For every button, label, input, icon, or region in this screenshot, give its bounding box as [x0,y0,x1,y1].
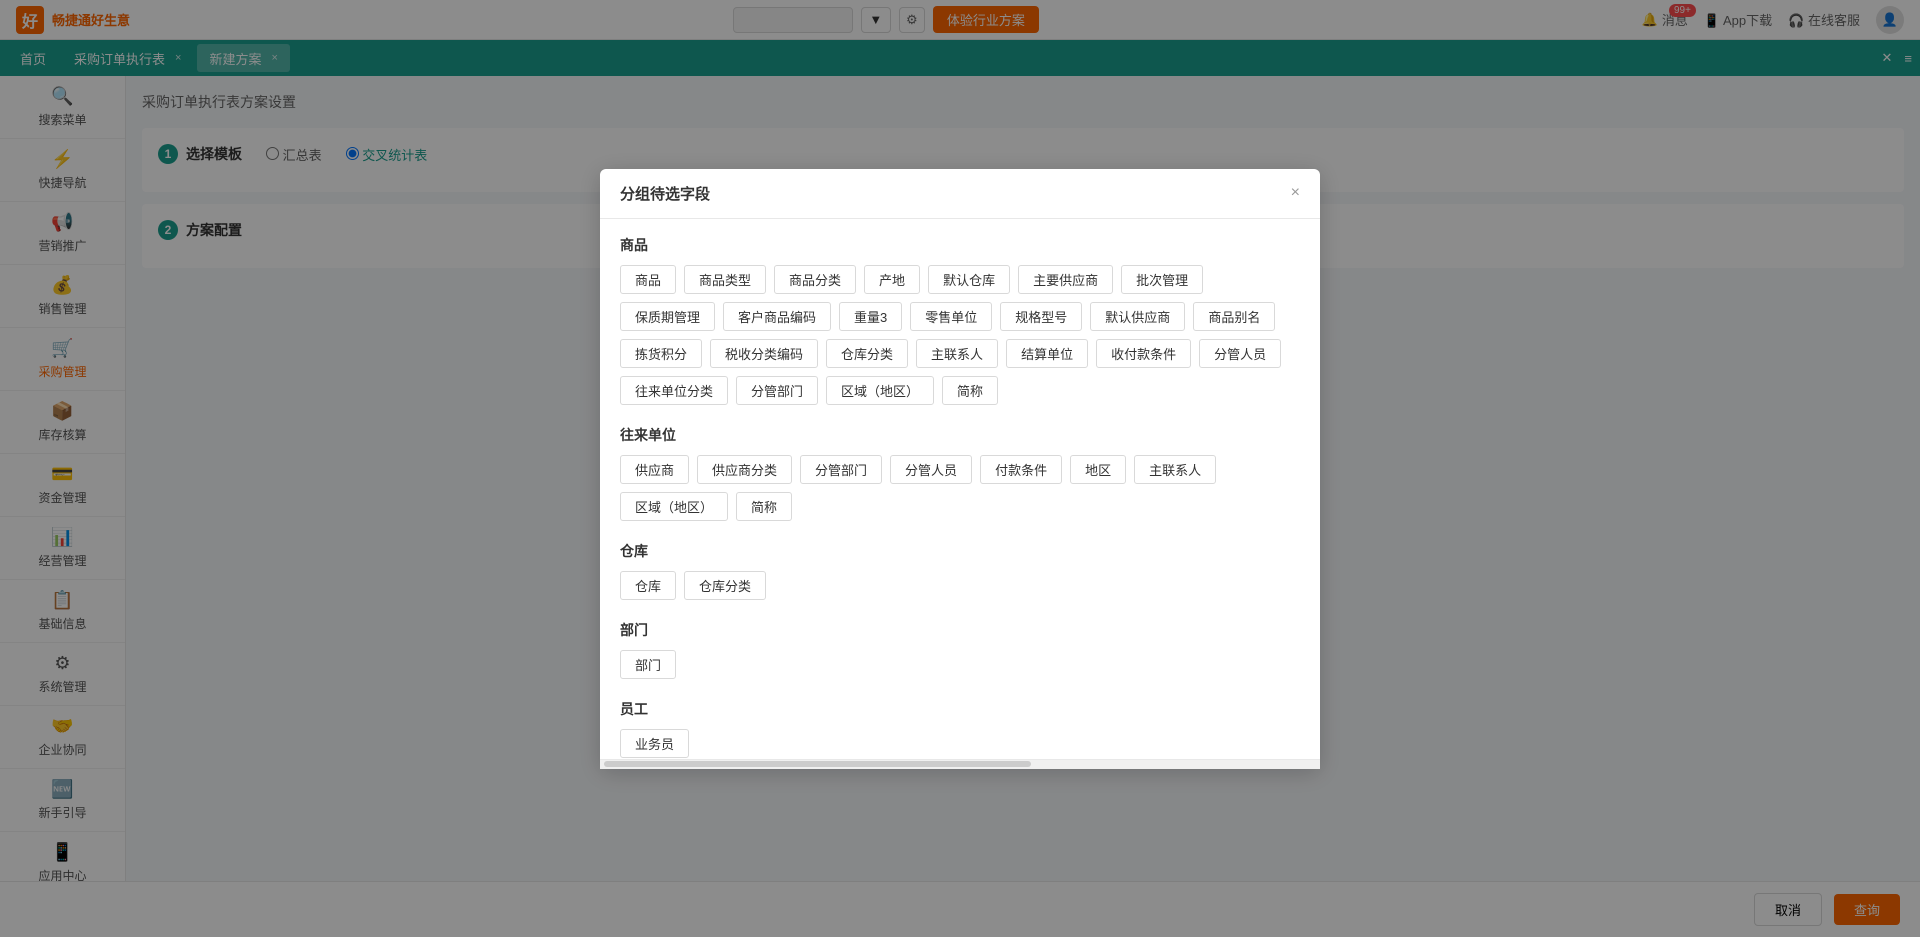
field-selection-modal: 分组待选字段 × 商品 商品 商品类型 商品分类 产地 默认仓库 主要供应商 批… [600,169,1320,769]
field-tag-partner-contact[interactable]: 主联系人 [1134,455,1216,484]
field-group-employee-title: 员工 [620,699,1300,719]
field-tag-partner-supervisor[interactable]: 分管人员 [890,455,972,484]
field-tag-tax-code[interactable]: 税收分类编码 [710,339,818,368]
field-tag-main-supplier[interactable]: 主要供应商 [1018,265,1113,294]
field-group-goods: 商品 商品 商品类型 商品分类 产地 默认仓库 主要供应商 批次管理 保质期管理… [620,235,1300,405]
field-tag-abbr[interactable]: 简称 [942,376,998,405]
field-tags-department: 部门 [620,650,1300,679]
field-tag-expiry-mgmt[interactable]: 保质期管理 [620,302,715,331]
field-tags-employee: 业务员 [620,729,1300,758]
field-tag-goods-type[interactable]: 商品类型 [684,265,766,294]
field-tag-payment-cond[interactable]: 付款条件 [980,455,1062,484]
field-group-department-title: 部门 [620,620,1300,640]
modal-title: 分组待选字段 [620,183,710,204]
field-tag-supervise-dept[interactable]: 分管部门 [736,376,818,405]
field-tag-partner-category[interactable]: 往来单位分类 [620,376,728,405]
field-tag-payment-terms[interactable]: 收付款条件 [1096,339,1191,368]
field-tag-warehouse-cat[interactable]: 仓库分类 [684,571,766,600]
field-tag-goods-category[interactable]: 商品分类 [774,265,856,294]
field-tag-region[interactable]: 区域（地区） [826,376,934,405]
field-group-goods-title: 商品 [620,235,1300,255]
field-tag-default-supplier[interactable]: 默认供应商 [1090,302,1185,331]
field-group-warehouse-title: 仓库 [620,541,1300,561]
field-tag-goods-alias[interactable]: 商品别名 [1193,302,1275,331]
field-tag-batch-mgmt[interactable]: 批次管理 [1121,265,1203,294]
field-tag-partner-region[interactable]: 区域（地区） [620,492,728,521]
field-tag-weight3[interactable]: 重量3 [839,302,902,331]
field-group-department: 部门 部门 [620,620,1300,679]
field-tag-warehouse-category[interactable]: 仓库分类 [826,339,908,368]
modal-horizontal-scrollbar[interactable] [600,759,1320,768]
field-tag-retail-unit[interactable]: 零售单位 [910,302,992,331]
modal-close-button[interactable]: × [1291,184,1300,202]
modal-overlay: 分组待选字段 × 商品 商品 商品类型 商品分类 产地 默认仓库 主要供应商 批… [0,0,1920,937]
field-tag-partner-dept[interactable]: 分管部门 [800,455,882,484]
field-tag-supplier[interactable]: 供应商 [620,455,689,484]
modal-header: 分组待选字段 × [600,169,1320,219]
field-tag-partner-abbr[interactable]: 简称 [736,492,792,521]
field-tag-origin[interactable]: 产地 [864,265,920,294]
modal-body: 商品 商品 商品类型 商品分类 产地 默认仓库 主要供应商 批次管理 保质期管理… [600,219,1320,760]
field-tag-pick-points[interactable]: 拣货积分 [620,339,702,368]
field-tags-partner: 供应商 供应商分类 分管部门 分管人员 付款条件 地区 主联系人 区域（地区） … [620,455,1300,521]
field-tag-spec-model[interactable]: 规格型号 [1000,302,1082,331]
field-tag-default-warehouse[interactable]: 默认仓库 [928,265,1010,294]
field-tag-supplier-category[interactable]: 供应商分类 [697,455,792,484]
field-group-partner-title: 往来单位 [620,425,1300,445]
field-group-employee: 员工 业务员 [620,699,1300,758]
field-tag-salesperson[interactable]: 业务员 [620,729,689,758]
field-tag-area[interactable]: 地区 [1070,455,1126,484]
field-tags-warehouse: 仓库 仓库分类 [620,571,1300,600]
field-tags-goods: 商品 商品类型 商品分类 产地 默认仓库 主要供应商 批次管理 保质期管理 客户… [620,265,1300,405]
field-tag-department[interactable]: 部门 [620,650,676,679]
field-tag-goods[interactable]: 商品 [620,265,676,294]
field-tag-warehouse[interactable]: 仓库 [620,571,676,600]
field-group-partner: 往来单位 供应商 供应商分类 分管部门 分管人员 付款条件 地区 主联系人 区域… [620,425,1300,521]
field-tag-supervisor[interactable]: 分管人员 [1199,339,1281,368]
field-tag-settlement-unit[interactable]: 结算单位 [1006,339,1088,368]
field-group-warehouse: 仓库 仓库 仓库分类 [620,541,1300,600]
hscroll-thumb[interactable] [604,761,1031,767]
field-tag-main-contact[interactable]: 主联系人 [916,339,998,368]
field-tag-customer-code[interactable]: 客户商品编码 [723,302,831,331]
